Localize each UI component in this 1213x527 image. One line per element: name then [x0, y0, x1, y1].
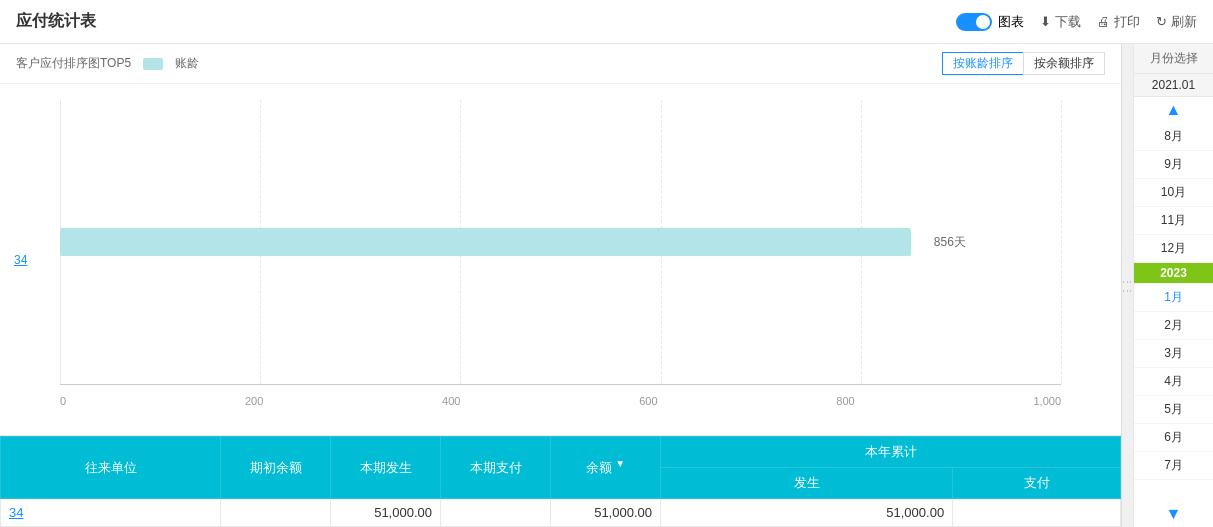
- bar-chart-area: 34 856天: [0, 84, 1121, 435]
- chart-toggle-label: 图表: [998, 13, 1024, 31]
- print-label: 打印: [1114, 13, 1140, 31]
- sidebar-nav-up[interactable]: ▲: [1134, 97, 1213, 123]
- month-item-2[interactable]: 2月: [1134, 312, 1213, 340]
- chart-section: 客户应付排序图TOP5 账龄 按账龄排序 按余额排序 34: [0, 44, 1121, 527]
- month-item-12[interactable]: 12月: [1134, 235, 1213, 263]
- sort-by-balance-button[interactable]: 按账龄排序: [942, 52, 1023, 75]
- month-item-1[interactable]: 1月: [1134, 284, 1213, 312]
- refresh-label: 刷新: [1171, 13, 1197, 31]
- month-item-5[interactable]: 5月: [1134, 396, 1213, 424]
- month-item-9[interactable]: 9月: [1134, 151, 1213, 179]
- sidebar-title: 月份选择: [1134, 44, 1213, 74]
- cell-unit: 34: [1, 499, 221, 527]
- bar-fill: 856天: [60, 228, 911, 256]
- x-tick-0: 0: [60, 395, 66, 407]
- cell-balance: 51,000.00: [551, 499, 661, 527]
- cell-occur: 51,000.00: [331, 499, 441, 527]
- col-opening-header: 期初余额: [221, 437, 331, 499]
- month-item-7[interactable]: 7月: [1134, 452, 1213, 480]
- print-button[interactable]: 🖨 打印: [1097, 13, 1140, 31]
- x-tick-200: 200: [245, 395, 263, 407]
- chart-header: 客户应付排序图TOP5 账龄 按账龄排序 按余额排序: [0, 44, 1121, 84]
- refresh-icon: ↻: [1156, 14, 1167, 29]
- cell-pay: [441, 499, 551, 527]
- table-section: 往来单位 期初余额 本期发生 本期支付 余额 ▼ 本年累计: [0, 435, 1121, 527]
- refresh-button[interactable]: ↻ 刷新: [1156, 13, 1197, 31]
- grid-line-5: [1061, 100, 1062, 384]
- main-content: 客户应付排序图TOP5 账龄 按账龄排序 按余额排序 34: [0, 44, 1213, 527]
- month-item-3[interactable]: 3月: [1134, 340, 1213, 368]
- col-pay-header: 本期支付: [441, 437, 551, 499]
- chart-sort-buttons: 按账龄排序 按余额排序: [942, 52, 1105, 75]
- month-item-6[interactable]: 6月: [1134, 424, 1213, 452]
- sidebar-current-period[interactable]: 2021.01: [1134, 74, 1213, 97]
- chart-toggle-wrap[interactable]: 图表: [956, 13, 1024, 31]
- cell-ytd-occur: 51,000.00: [661, 499, 953, 527]
- bar-value-label: 856天: [934, 234, 966, 251]
- sidebar-nav-down[interactable]: ▼: [1134, 501, 1213, 527]
- chart-legend: 客户应付排序图TOP5 账龄: [16, 55, 199, 72]
- balance-icon: ▼: [615, 458, 625, 469]
- col-ytd-group-header: 本年累计: [661, 437, 1121, 468]
- legend-label: 客户应付排序图TOP5: [16, 55, 131, 72]
- col-occur-header: 本期发生: [331, 437, 441, 499]
- download-label: 下载: [1055, 13, 1081, 31]
- sort-by-amount-button[interactable]: 按余额排序: [1023, 52, 1105, 75]
- chart-grid-container: 856天: [60, 100, 1061, 385]
- cell-opening: [221, 499, 331, 527]
- x-tick-600: 600: [639, 395, 657, 407]
- table-wrapper: 往来单位 期初余额 本期发生 本期支付 余额 ▼ 本年累计: [0, 436, 1121, 527]
- month-item-10[interactable]: 10月: [1134, 179, 1213, 207]
- chart-toggle[interactable]: [956, 13, 992, 31]
- table-row: 34 51,000.00 51,000.00 51,000.00: [1, 499, 1121, 527]
- year-label-2023: 2023: [1134, 263, 1213, 284]
- x-tick-1000: 1,000: [1033, 395, 1061, 407]
- month-item-11[interactable]: 11月: [1134, 207, 1213, 235]
- month-sidebar: 月份选择 2021.01 ▲ 8月 9月 10月 11月 12月 2023 1月…: [1133, 44, 1213, 527]
- x-axis: 0 200 400 600 800 1,000: [60, 395, 1061, 407]
- month-item-4[interactable]: 4月: [1134, 368, 1213, 396]
- x-tick-400: 400: [442, 395, 460, 407]
- y-axis-bar-label[interactable]: 34: [14, 253, 27, 267]
- cell-ytd-pay: [953, 499, 1121, 527]
- month-list: 8月 9月 10月 11月 12月 2023 1月 2月 3月 4月 5月 6月…: [1134, 123, 1213, 501]
- sidebar-handle[interactable]: ⋮⋮: [1121, 44, 1133, 527]
- col-unit-header: 往来单位: [1, 437, 221, 499]
- month-item-8[interactable]: 8月: [1134, 123, 1213, 151]
- header: 应付统计表 图表 ⬇ 下载 🖨 打印 ↻ 刷新: [0, 0, 1213, 44]
- app-container: 应付统计表 图表 ⬇ 下载 🖨 打印 ↻ 刷新: [0, 0, 1213, 527]
- download-button[interactable]: ⬇ 下载: [1040, 13, 1081, 31]
- header-actions: 图表 ⬇ 下载 🖨 打印 ↻ 刷新: [956, 13, 1197, 31]
- legend-box: [143, 58, 163, 70]
- legend-box-label: 账龄: [175, 55, 199, 72]
- col-ytd-pay-header: 支付: [953, 468, 1121, 499]
- page-title: 应付统计表: [16, 11, 96, 32]
- download-icon: ⬇: [1040, 14, 1051, 29]
- x-tick-800: 800: [836, 395, 854, 407]
- unit-link[interactable]: 34: [9, 505, 23, 520]
- print-icon: 🖨: [1097, 14, 1110, 29]
- summary-table: 往来单位 期初余额 本期发生 本期支付 余额 ▼ 本年累计: [0, 436, 1121, 527]
- col-ytd-occur-header: 发生: [661, 468, 953, 499]
- col-balance-header: 余额 ▼: [551, 437, 661, 499]
- handle-icon: ⋮⋮: [1122, 277, 1133, 295]
